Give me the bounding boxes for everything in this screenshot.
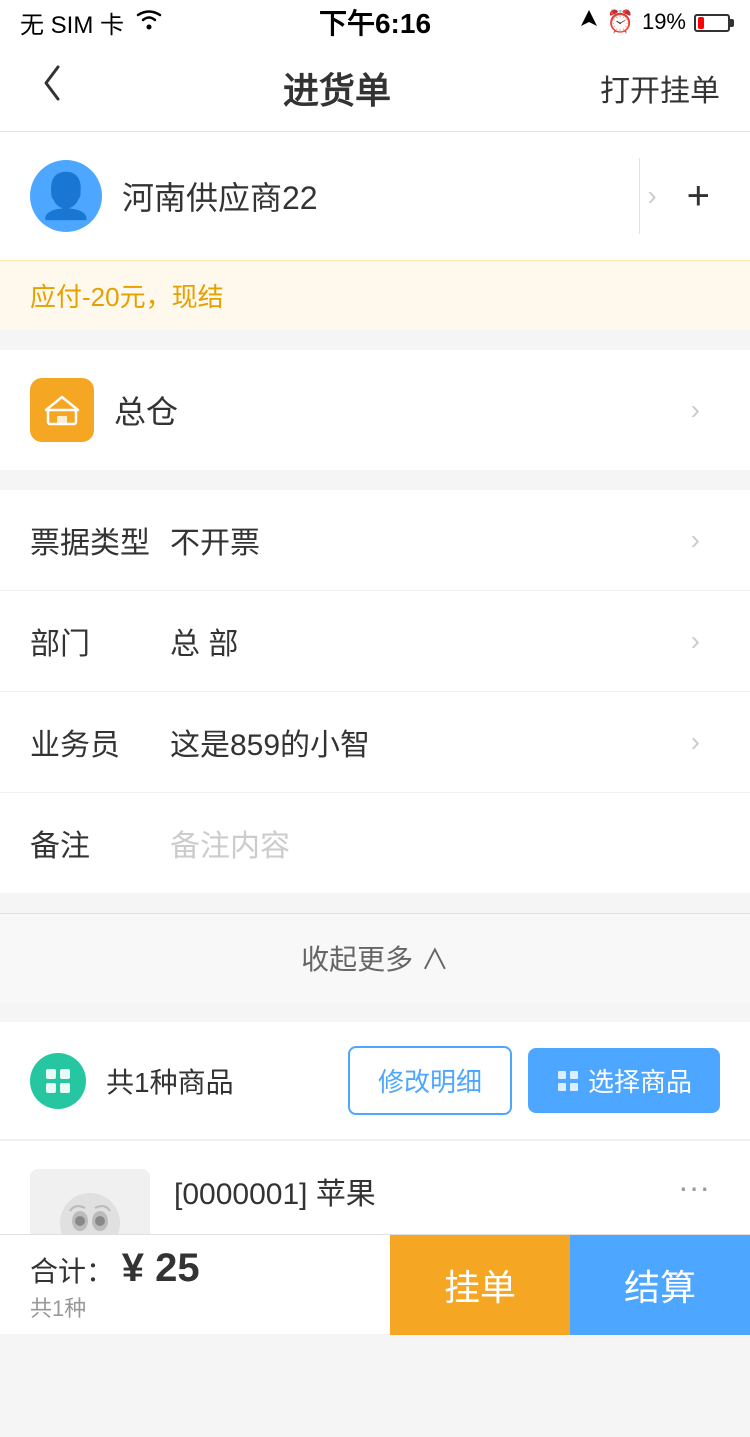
department-label: 部门 [30,619,170,663]
wifi-icon [134,8,164,37]
status-right: ⏰ 19% [579,8,730,36]
warehouse-icon [30,378,94,442]
department-chevron-icon: › [691,625,700,657]
battery-percent: 19% [642,9,686,35]
supplier-divider [639,158,640,235]
select-product-label: 选择商品 [588,1062,692,1099]
carrier-text: 无 SIM 卡 [20,5,124,40]
warehouse-row[interactable]: 总仓 › [0,350,750,470]
supplier-section: 👤 河南供应商22 › + 应付-20元，现结 [0,132,750,330]
salesperson-label: 业务员 [30,720,170,764]
product-more-button[interactable]: ··· [668,1169,720,1206]
back-button[interactable] [30,53,74,122]
total-count: 共1种 [30,1296,86,1321]
supplier-chevron-icon: › [647,180,656,212]
location-icon [579,8,599,36]
products-icon [30,1053,86,1109]
select-product-button[interactable]: 选择商品 [528,1048,720,1113]
remark-row[interactable]: 备注 备注内容 [0,792,750,893]
supplier-name: 河南供应商22 [122,173,318,219]
products-header: 共1种商品 修改明细 选择商品 [0,1022,750,1140]
checkout-button[interactable]: 结算 [570,1235,750,1335]
invoice-type-row[interactable]: 票据类型 不开票 › [0,490,750,590]
warehouse-name: 总仓 [114,387,671,433]
invoice-type-label: 票据类型 [30,518,170,562]
form-section: 票据类型 不开票 › 部门 总 部 › 业务员 这是859的小智 › 备注 备注… [0,490,750,893]
nav-bar: 进货单 打开挂单 [0,44,750,132]
supplier-notice: 应付-20元，现结 [0,260,750,330]
collapse-toggle[interactable]: 收起更多 ∧ [0,913,750,1002]
bottom-bar: 合计： ¥ 25 共1种 挂单 结算 [0,1234,750,1334]
status-left: 无 SIM 卡 [20,5,164,40]
open-pending-button[interactable]: 打开挂单 [600,66,720,110]
supplier-avatar: 👤 [30,160,102,232]
status-bar: 无 SIM 卡 下午6:16 ⏰ 19% [0,0,750,44]
total-amount: ¥ 25 [122,1246,200,1290]
salesperson-value: 这是859的小智 [170,720,671,764]
product-name: [0000001] 苹果 [174,1169,668,1213]
invoice-type-value: 不开票 [170,518,671,562]
add-supplier-button[interactable]: + [677,174,720,219]
warehouse-section: 总仓 › [0,350,750,470]
remark-placeholder: 备注内容 [170,821,720,865]
alarm-icon: ⏰ [607,9,634,35]
total-row: 合计： ¥ 25 [30,1246,360,1291]
status-time: 下午6:16 [319,2,431,42]
department-value: 总 部 [170,619,671,663]
supplier-left: 👤 河南供应商22 [30,160,627,232]
warehouse-chevron-icon: › [691,394,700,426]
remark-label: 备注 [30,821,170,865]
salesperson-chevron-icon: › [691,726,700,758]
total-label: 合计： [30,1256,114,1287]
products-count-label: 共1种商品 [106,1061,348,1101]
invoice-type-chevron-icon: › [691,524,700,556]
battery-icon [694,9,730,35]
salesperson-row[interactable]: 业务员 这是859的小智 › [0,691,750,792]
department-row[interactable]: 部门 总 部 › [0,590,750,691]
page-title: 进货单 [283,62,391,114]
edit-detail-button[interactable]: 修改明细 [348,1046,512,1115]
total-section: 合计： ¥ 25 共1种 [0,1246,390,1323]
pending-button[interactable]: 挂单 [390,1235,570,1335]
supplier-row[interactable]: 👤 河南供应商22 › + [0,132,750,260]
